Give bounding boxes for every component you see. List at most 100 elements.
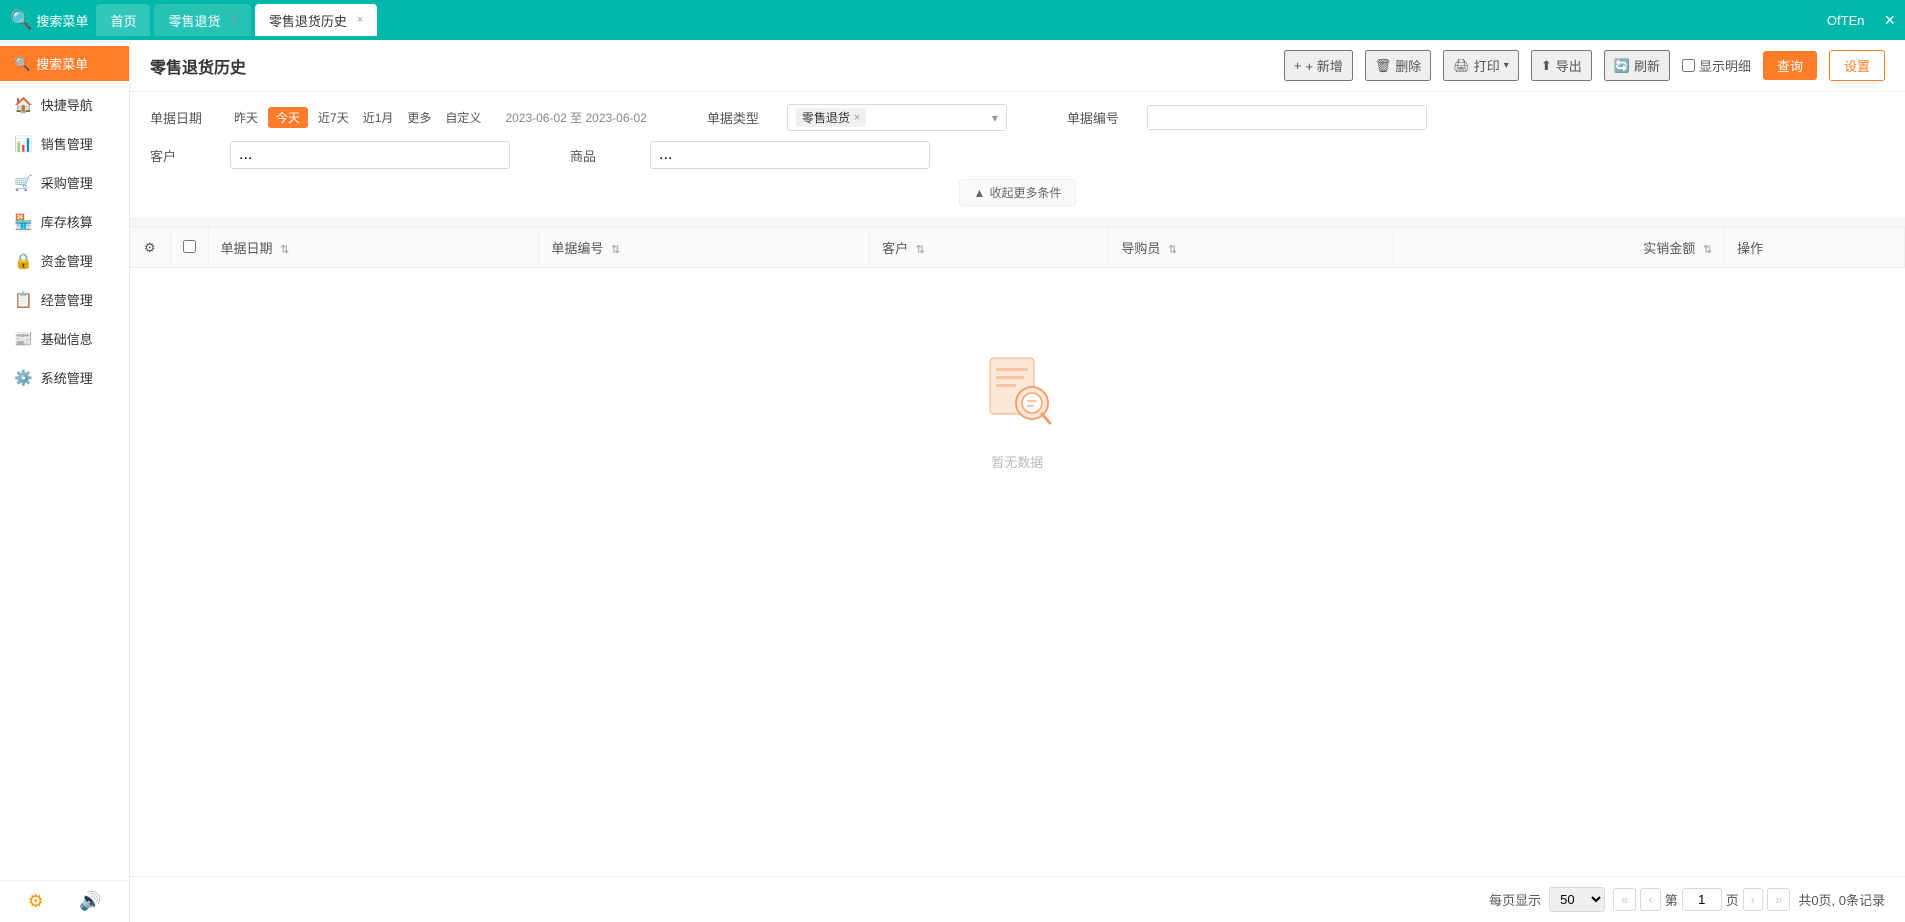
th-voucher-sort[interactable]: ⇅ [611,244,620,256]
th-date-sort[interactable]: ⇅ [280,244,289,256]
tab-retail-return-label: 零售退货 [168,11,220,30]
sidebar-item-finance[interactable]: 🔒 资金管理 [0,241,129,280]
current-page-input[interactable] [1682,888,1722,911]
th-date[interactable]: 单据日期 ⇅ [208,228,539,268]
column-settings-icon[interactable]: ⚙ [144,240,156,255]
sidebar-item-operations[interactable]: 📋 经营管理 [0,280,129,319]
sales-icon: 📊 [14,135,33,153]
search-icon: 🔍 [14,56,30,72]
type-dropdown-icon: ▾ [992,111,998,125]
table-body: 暂无数据 [130,268,1905,552]
display-detail-toggle[interactable]: 显示明细 [1682,56,1751,75]
th-customer-sort[interactable]: ⇅ [916,244,925,256]
th-customer[interactable]: 客户 ⇅ [870,228,1109,268]
main-content: 零售退货历史 + + 新增 🗑 删除 🖨 打印 ▾ ⬆ 导出 [130,40,1905,922]
th-voucher-no[interactable]: 单据编号 ⇅ [539,228,870,268]
add-button[interactable]: + + 新增 [1284,50,1353,81]
print-icon: 🖨 [1453,58,1470,74]
collapse-button[interactable]: ▲ 收起更多条件 [959,179,1077,206]
tab-retail-return-close[interactable]: × [230,14,236,26]
sidebar-item-purchase-mgmt[interactable]: 🛒 采购管理 [0,163,129,202]
page-size-select[interactable]: 10 20 50 100 [1549,887,1605,912]
date-opt-today[interactable]: 今天 [268,107,308,128]
select-all-checkbox[interactable] [183,240,196,253]
tab-retail-return-history-close[interactable]: × [357,14,363,26]
tab-retail-return[interactable]: 零售退货 × [154,4,250,36]
last-page-button[interactable]: » [1767,888,1790,911]
type-tag: 零售退货 × [796,108,866,127]
volume-icon[interactable]: 🔊 [79,891,101,912]
delete-button[interactable]: 🗑 删除 [1365,50,1432,81]
tab-retail-return-history[interactable]: 零售退货历史 × [255,4,377,36]
tab-home[interactable]: 首页 [96,4,150,36]
page-title: 零售退货历史 [150,54,246,78]
th-checkbox[interactable] [170,228,208,268]
th-settings[interactable]: ⚙ [130,228,170,268]
tab-bar: 首页 零售退货 × 零售退货历史 × [96,4,1826,36]
sidebar-bottom: ⚙ 🔊 [0,880,129,922]
tab-retail-return-history-label: 零售退货历史 [269,11,347,30]
customer-input-dots: ... [239,146,501,164]
settings-button[interactable]: 设置 [1829,50,1885,81]
finance-icon: 🔒 [14,252,33,270]
sidebar-item-inventory[interactable]: 🏪 库存核算 [0,202,129,241]
print-label: 打印 [1474,56,1500,75]
sidebar-item-basic-info[interactable]: 📰 基础信息 [0,319,129,358]
export-label: 导出 [1556,56,1582,75]
collapse-row: ▲ 收起更多条件 [150,179,1885,206]
voucher-no-input[interactable] [1147,105,1427,130]
prev-page-button[interactable]: ‹ [1640,888,1660,911]
date-options: 昨天 今天 近7天 近1月 更多 自定义 [230,107,485,128]
date-opt-yesterday[interactable]: 昨天 [230,107,262,128]
sidebar-item-sales-mgmt[interactable]: 📊 销售管理 [0,124,129,163]
topbar-often-label: OfTEn [1827,13,1865,28]
date-opt-1month[interactable]: 近1月 [359,107,398,128]
export-button[interactable]: ⬆ 导出 [1531,50,1592,81]
th-action-label: 操作 [1737,241,1763,256]
goods-input-box[interactable]: ... [650,141,930,169]
sidebar-search[interactable]: 🔍 搜索菜单 [0,46,129,81]
th-action: 操作 [1725,228,1905,268]
page-size-label: 每页显示 [1489,890,1541,909]
refresh-icon: 🔄 [1614,58,1630,74]
print-button[interactable]: 🖨 打印 ▾ [1443,50,1519,81]
sidebar-item-system-mgmt[interactable]: ⚙️ 系统管理 [0,358,129,397]
display-detail-label: 显示明细 [1699,56,1751,75]
operations-icon: 📋 [14,291,33,309]
th-guide-sort[interactable]: ⇅ [1168,244,1177,256]
topbar-right: OfTEn × [1827,10,1895,31]
refresh-button[interactable]: 🔄 刷新 [1604,50,1670,81]
empty-state: 暂无数据 [130,268,1905,551]
page-header: 零售退货历史 + + 新增 🗑 删除 🖨 打印 ▾ ⬆ 导出 [130,40,1905,92]
customer-input-box[interactable]: ... [230,141,510,169]
th-date-label: 单据日期 [221,241,273,256]
date-opt-custom[interactable]: 自定义 [441,107,485,128]
date-opt-7days[interactable]: 近7天 [314,107,353,128]
display-detail-checkbox[interactable] [1682,59,1695,72]
main-layout: 🔍 搜索菜单 🏠 快捷导航 📊 销售管理 🛒 采购管理 🏪 库存核算 🔒 资金管… [0,40,1905,922]
th-customer-label: 客户 [882,241,908,256]
search-menu-label[interactable]: 搜索菜单 [36,11,88,30]
date-opt-more[interactable]: 更多 [403,107,435,128]
sidebar-item-quick-nav[interactable]: 🏠 快捷导航 [0,85,129,124]
th-guide[interactable]: 导购员 ⇅ [1109,228,1394,268]
inventory-icon: 🏪 [14,213,33,231]
page-navigation: « ‹ 第 页 › » [1613,888,1790,911]
collapse-up-icon: ▲ [974,186,986,200]
next-page-button[interactable]: › [1743,888,1763,911]
delete-icon: 🗑 [1375,58,1392,74]
type-tag-remove[interactable]: × [854,112,860,124]
sidebar-search-label: 搜索菜单 [36,54,88,73]
date-filter-label: 单据日期 [150,108,210,127]
th-amount-sort[interactable]: ⇅ [1703,244,1712,256]
settings-bottom-icon[interactable]: ⚙ [28,891,44,912]
window-close-button[interactable]: × [1884,10,1895,31]
th-amount[interactable]: 实销金额 ⇅ [1394,228,1725,268]
tab-home-label: 首页 [110,11,136,30]
table-header: ⚙ 单据日期 ⇅ 单据编号 ⇅ [130,228,1905,268]
type-filter-box[interactable]: 零售退货 × ▾ [787,104,1007,131]
total-label: 共0页, 0条记录 [1798,890,1885,909]
delete-label: 删除 [1395,56,1421,75]
first-page-button[interactable]: « [1613,888,1636,911]
query-button[interactable]: 查询 [1763,51,1817,80]
